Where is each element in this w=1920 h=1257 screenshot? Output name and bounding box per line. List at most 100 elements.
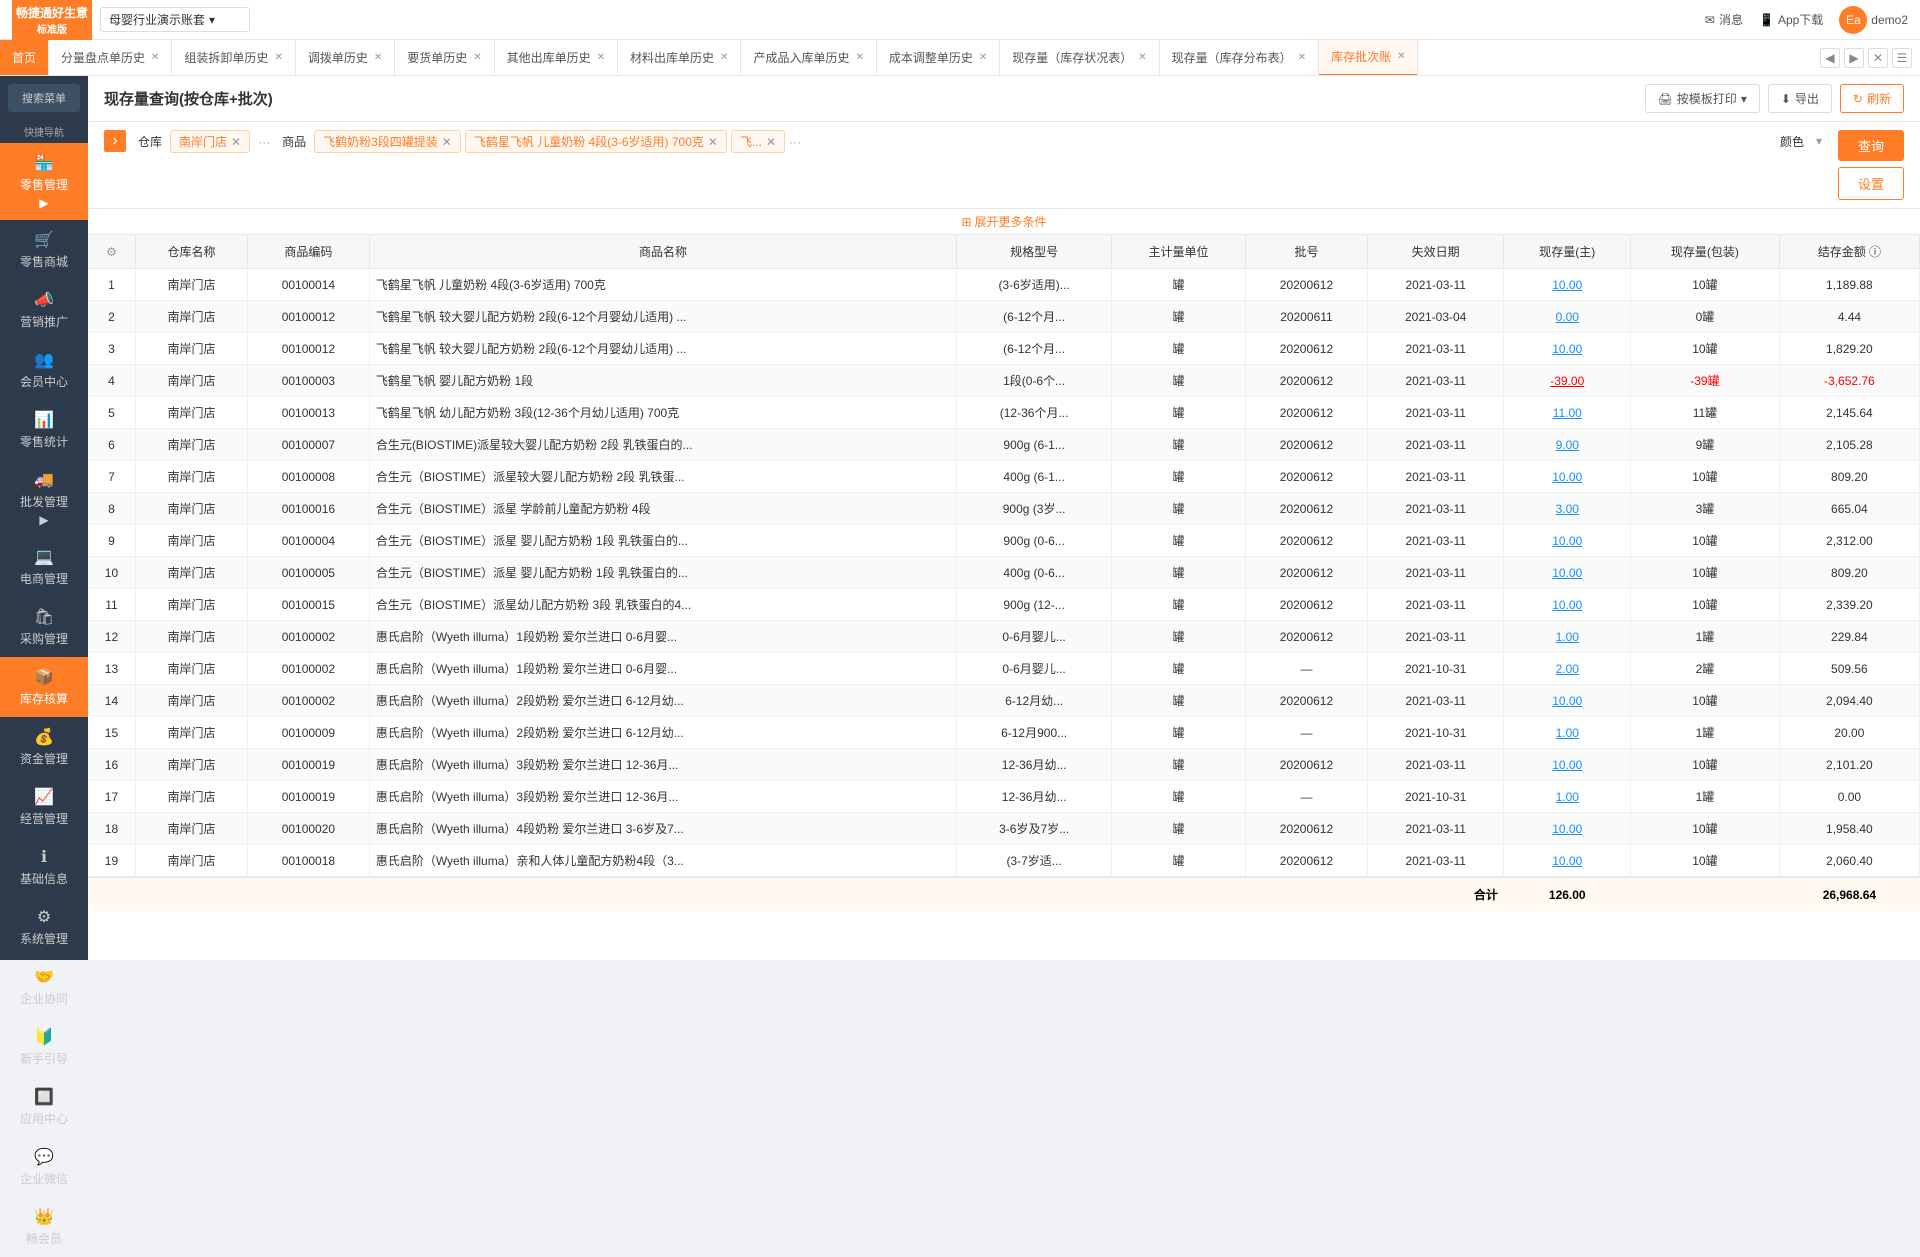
row-qty-pack: 2罐 xyxy=(1631,653,1780,685)
sidebar-item-retail-management[interactable]: 🏪 零售管理 ▶ xyxy=(0,143,88,220)
row-qty-main[interactable]: 10.00 xyxy=(1504,557,1631,589)
tab-close-all-btn[interactable]: ✕ xyxy=(1868,48,1888,68)
row-name: 惠氏启阶（Wyeth illuma）亲和人体儿童配方奶粉4段（3... xyxy=(369,845,956,878)
tab-11[interactable]: 库存批次账 ✕ xyxy=(1319,40,1418,76)
sidebar-item-wechat[interactable]: 💬 企业微信 xyxy=(0,1137,88,1197)
sidebar-item-ecommerce[interactable]: 💻 电商管理 xyxy=(0,537,88,597)
col-settings[interactable]: ⚙ xyxy=(88,235,135,269)
sidebar-item-member[interactable]: 👥 会员中心 xyxy=(0,340,88,400)
tab-6[interactable]: 材料出库单历史 ✕ xyxy=(618,40,741,76)
refresh-btn[interactable]: ↻ 刷新 xyxy=(1840,84,1904,113)
row-qty-main[interactable]: 1.00 xyxy=(1504,781,1631,813)
warehouse-tag-close[interactable]: ✕ xyxy=(231,135,241,149)
color-dropdown-arrow[interactable]: ▾ xyxy=(1812,130,1826,152)
row-qty-main[interactable]: 2.00 xyxy=(1504,653,1631,685)
table-row: 12 南岸门店 00100002 惠氏启阶（Wyeth illuma）1段奶粉 … xyxy=(88,621,1920,653)
table-row: 2 南岸门店 00100012 飞鹤星飞帆 较大婴儿配方奶粉 2段(6-12个月… xyxy=(88,301,1920,333)
tab-close-4[interactable]: ✕ xyxy=(473,52,481,63)
sidebar-item-retail-stats[interactable]: 📊 零售统计 xyxy=(0,400,88,460)
tab-8[interactable]: 成本调整单历史 ✕ xyxy=(877,40,1000,76)
tab-4[interactable]: 要货单历史 ✕ xyxy=(395,40,494,76)
expand-filter-btn[interactable]: › xyxy=(104,130,126,152)
row-qty-main[interactable]: 10.00 xyxy=(1504,461,1631,493)
row-qty-main[interactable]: 10.00 xyxy=(1504,845,1631,878)
row-qty-main[interactable]: 10.00 xyxy=(1504,589,1631,621)
username: demo2 xyxy=(1871,13,1908,27)
sidebar-item-app-center[interactable]: 🔲 应用中心 xyxy=(0,1077,88,1137)
sidebar-item-operations[interactable]: 📈 经营管理 xyxy=(0,777,88,837)
tab-close-11[interactable]: ✕ xyxy=(1397,51,1405,62)
account-selector[interactable]: 母婴行业演示账套 ▾ xyxy=(100,7,250,32)
tab-1[interactable]: 分量盘点单历史 ✕ xyxy=(49,40,172,76)
row-qty-main[interactable]: 11.00 xyxy=(1504,397,1631,429)
row-name: 飞鹤星飞帆 较大婴儿配方奶粉 2段(6-12个月婴幼儿适用) ... xyxy=(369,301,956,333)
export-btn[interactable]: ⬇ 导出 xyxy=(1768,84,1832,113)
row-qty-main[interactable]: 10.00 xyxy=(1504,813,1631,845)
tab-3[interactable]: 调拨单历史 ✕ xyxy=(296,40,395,76)
row-qty-main[interactable]: -39.00 xyxy=(1504,365,1631,397)
system-icon: ⚙ xyxy=(37,907,51,927)
tab-close-5[interactable]: ✕ xyxy=(597,52,605,63)
sidebar-item-guide[interactable]: 🔰 新手引导 xyxy=(0,1017,88,1077)
sidebar-item-member2[interactable]: 👑 畅会员 xyxy=(0,1197,88,1257)
sidebar-item-basic-info[interactable]: ℹ 基础信息 xyxy=(0,837,88,897)
sidebar-item-inventory[interactable]: 📦 库存核算 xyxy=(0,657,88,717)
tab-prev-btn[interactable]: ◀ xyxy=(1820,48,1840,68)
sidebar-item-finance[interactable]: 💰 资金管理 xyxy=(0,717,88,777)
col-name: 商品名称 xyxy=(369,235,956,269)
row-qty-main[interactable]: 9.00 xyxy=(1504,429,1631,461)
expand-more-btn[interactable]: ⊞ 展开更多条件 xyxy=(961,213,1046,230)
row-spec: 1段(0-6个... xyxy=(957,365,1112,397)
user-area[interactable]: Ea demo2 xyxy=(1839,6,1908,34)
row-qty-main[interactable]: 10.00 xyxy=(1504,525,1631,557)
tab-close-1[interactable]: ✕ xyxy=(151,52,159,63)
row-qty-main[interactable]: 3.00 xyxy=(1504,493,1631,525)
tab-close-8[interactable]: ✕ xyxy=(979,52,987,63)
page-actions: 🖨 按模板打印 ▾ ⬇ 导出 ↻ 刷新 xyxy=(1645,84,1904,113)
print-template-btn[interactable]: 🖨 按模板打印 ▾ xyxy=(1645,84,1760,113)
row-qty-main[interactable]: 10.00 xyxy=(1504,749,1631,781)
product-tag-1-close[interactable]: ✕ xyxy=(442,135,452,149)
sidebar-item-purchase[interactable]: 🛍 采购管理 xyxy=(0,597,88,657)
sidebar-item-enterprise[interactable]: 🤝 企业协同 xyxy=(0,957,88,1017)
tab-close-10[interactable]: ✕ xyxy=(1298,52,1306,63)
tab-2[interactable]: 组装拆卸单历史 ✕ xyxy=(172,40,295,76)
tab-next-btn[interactable]: ▶ xyxy=(1844,48,1864,68)
product-tag-3-close[interactable]: ✕ xyxy=(766,135,776,149)
row-qty-pack: -39罐 xyxy=(1631,365,1780,397)
tab-menu-btn[interactable]: ☰ xyxy=(1892,48,1912,68)
col-qty-main: 现存量(主) xyxy=(1504,235,1631,269)
settings-btn[interactable]: 设置 xyxy=(1838,167,1904,200)
sidebar-item-marketing[interactable]: 📣 营销推广 xyxy=(0,280,88,340)
row-amount: 0.00 xyxy=(1779,781,1919,813)
sidebar-item-retail-mall[interactable]: 🛒 零售商城 xyxy=(0,220,88,280)
message-btn[interactable]: ✉ 消息 xyxy=(1705,11,1743,28)
warehouse-more[interactable]: ··· xyxy=(258,135,270,149)
tab-7[interactable]: 产成品入库单历史 ✕ xyxy=(741,40,876,76)
query-btn[interactable]: 查询 xyxy=(1838,130,1904,161)
row-qty-main[interactable]: 10.00 xyxy=(1504,685,1631,717)
tab-9[interactable]: 现存量（库存状况表） ✕ xyxy=(1000,40,1159,76)
row-qty-main[interactable]: 10.00 xyxy=(1504,333,1631,365)
app-download-btn[interactable]: 📱 App下载 xyxy=(1759,11,1823,28)
product-more[interactable]: ··· xyxy=(789,135,801,149)
tab-close-6[interactable]: ✕ xyxy=(720,52,728,63)
tab-close-7[interactable]: ✕ xyxy=(855,52,863,63)
row-qty-main[interactable]: 0.00 xyxy=(1504,301,1631,333)
tab-close-2[interactable]: ✕ xyxy=(274,52,282,63)
sidebar-item-wholesale[interactable]: 🚚 批发管理 ▶ xyxy=(0,460,88,537)
tab-10[interactable]: 现存量（库存分布表） ✕ xyxy=(1160,40,1319,76)
tab-close-3[interactable]: ✕ xyxy=(374,52,382,63)
row-qty-main[interactable]: 1.00 xyxy=(1504,717,1631,749)
table-row: 1 南岸门店 00100014 飞鹤星飞帆 儿童奶粉 4段(3-6岁适用) 70… xyxy=(88,269,1920,301)
row-qty-main[interactable]: 10.00 xyxy=(1504,269,1631,301)
search-menu-btn[interactable]: 搜索菜单 xyxy=(8,84,80,112)
product-tag-2-close[interactable]: ✕ xyxy=(708,135,718,149)
tab-home[interactable]: 首页 xyxy=(0,40,49,76)
tab-close-9[interactable]: ✕ xyxy=(1138,52,1146,63)
row-qty-main[interactable]: 1.00 xyxy=(1504,621,1631,653)
tab-5[interactable]: 其他出库单历史 ✕ xyxy=(495,40,618,76)
operations-icon: 📈 xyxy=(34,787,54,807)
row-warehouse: 南岸门店 xyxy=(135,685,247,717)
sidebar-item-system[interactable]: ⚙ 系统管理 xyxy=(0,897,88,957)
